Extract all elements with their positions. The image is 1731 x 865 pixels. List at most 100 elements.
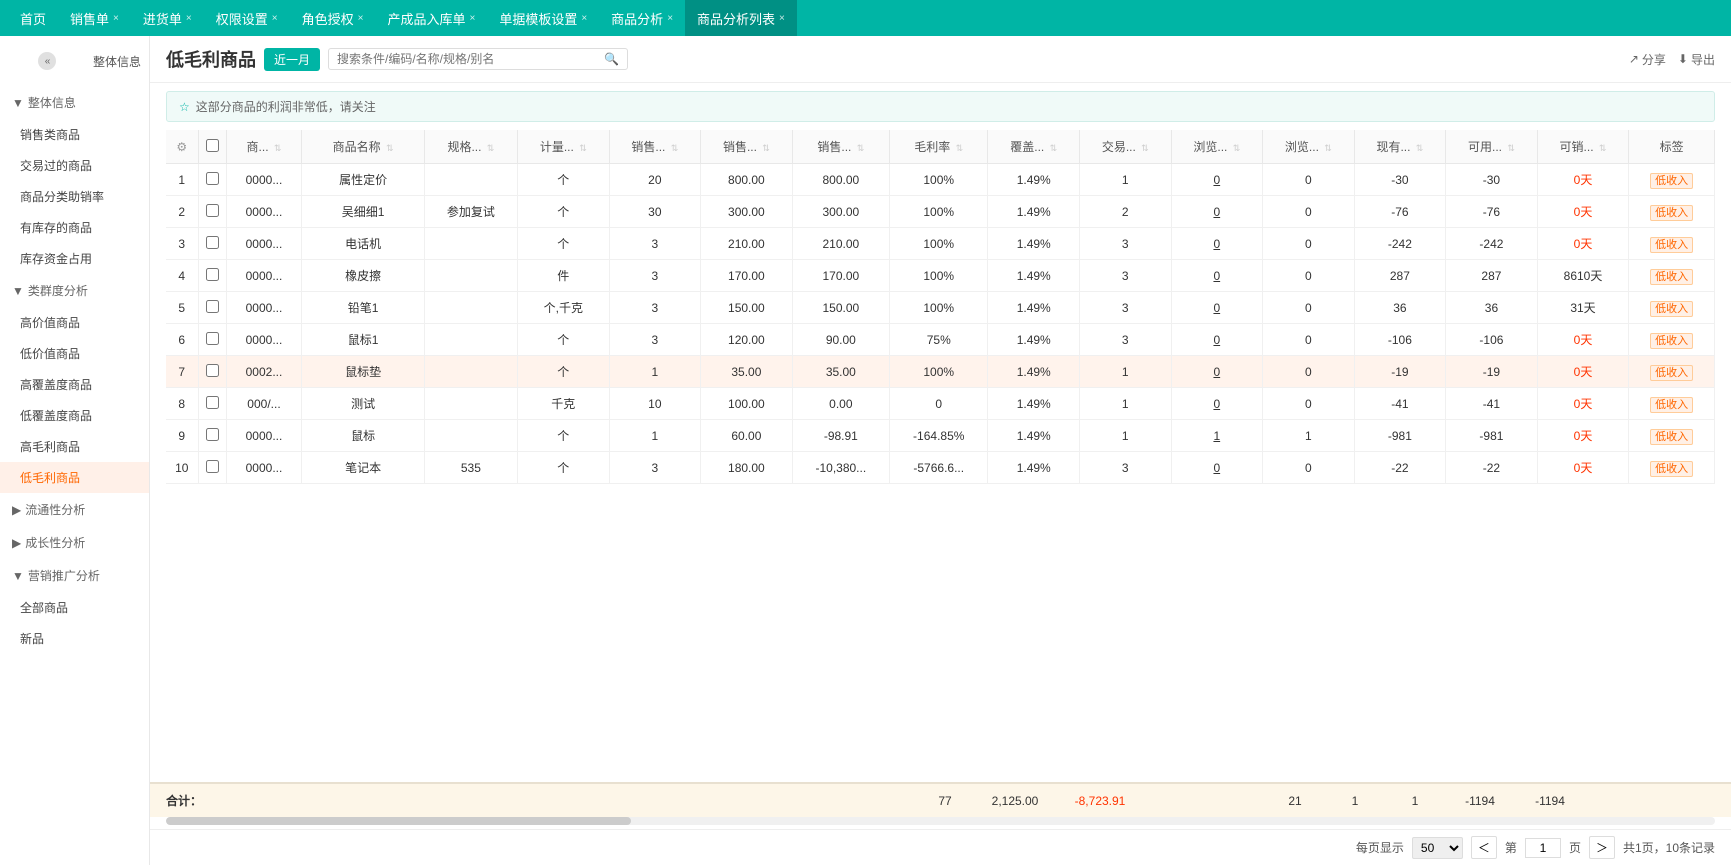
sidebar-item-low-coverage[interactable]: 低覆盖度商品 <box>0 400 149 431</box>
sidebar-item-high-margin[interactable]: 高毛利商品 <box>0 431 149 462</box>
page-input[interactable] <box>1525 838 1561 858</box>
row-checkbox[interactable] <box>198 292 226 324</box>
search-icon[interactable]: 🔍 <box>604 52 619 66</box>
nav-item-product-analysis-list[interactable]: 商品分析列表 × <box>685 0 797 36</box>
browse1-link[interactable]: 0 <box>1213 173 1220 187</box>
nav-item-sales[interactable]: 销售单 × <box>58 0 131 36</box>
col-sales-price[interactable]: 销售... ⇅ <box>701 130 793 164</box>
row-select-checkbox[interactable] <box>206 236 219 249</box>
sidebar-group-growth[interactable]: ▶成长性分析 <box>0 526 149 559</box>
nav-item-purchase[interactable]: 进货单 × <box>131 0 204 36</box>
row-checkbox[interactable] <box>198 420 226 452</box>
col-code[interactable]: 商... ⇅ <box>226 130 302 164</box>
sidebar-item-low-margin[interactable]: 低毛利商品 <box>0 462 149 493</box>
col-available[interactable]: 可用... ⇅ <box>1446 130 1538 164</box>
row-checkbox[interactable] <box>198 164 226 196</box>
close-product-analysis-icon[interactable]: × <box>667 13 673 24</box>
browse1-link[interactable]: 0 <box>1213 397 1220 411</box>
row-checkbox[interactable] <box>198 196 226 228</box>
nav-item-template-settings[interactable]: 单据模板设置 × <box>487 0 599 36</box>
export-button[interactable]: ⬇ 导出 <box>1678 51 1715 68</box>
col-browse2[interactable]: 浏览... ⇅ <box>1263 130 1355 164</box>
row-checkbox[interactable] <box>198 324 226 356</box>
nav-item-home[interactable]: 首页 <box>8 0 58 36</box>
col-current-stock[interactable]: 现有... ⇅ <box>1354 130 1446 164</box>
sidebar-item-high-value[interactable]: 高价值商品 <box>0 307 149 338</box>
row-select-checkbox[interactable] <box>206 204 219 217</box>
close-permissions-icon[interactable]: × <box>272 13 278 24</box>
col-coverage[interactable]: 覆盖... ⇅ <box>988 130 1080 164</box>
nav-item-product-entry[interactable]: 产成品入库单 × <box>375 0 487 36</box>
browse1-link[interactable]: 0 <box>1213 269 1220 283</box>
sidebar-item-low-value[interactable]: 低价值商品 <box>0 338 149 369</box>
scroll-thumb[interactable] <box>166 817 631 825</box>
browse1-link[interactable]: 0 <box>1213 237 1220 251</box>
row-sales-price: 210.00 <box>701 228 793 260</box>
close-purchase-icon[interactable]: × <box>186 13 192 24</box>
close-product-entry-icon[interactable]: × <box>469 13 475 24</box>
nav-item-product-analysis[interactable]: 商品分析 × <box>599 0 685 36</box>
sidebar-item-all-products[interactable]: 全部商品 <box>0 592 149 623</box>
sidebar-item-sales-products[interactable]: 销售类商品 <box>0 119 149 150</box>
share-button[interactable]: ↗ 分享 <box>1629 51 1666 68</box>
browse1-link[interactable]: 0 <box>1213 461 1220 475</box>
sidebar-group-marketing[interactable]: ▼营销推广分析 <box>0 559 149 592</box>
col-unit[interactable]: 计量... ⇅ <box>518 130 610 164</box>
browse1-link[interactable]: 0 <box>1213 301 1220 315</box>
page-label: 第 <box>1505 839 1517 856</box>
row-checkbox[interactable] <box>198 388 226 420</box>
row-select-checkbox[interactable] <box>206 332 219 345</box>
browse1-link[interactable]: 0 <box>1213 333 1220 347</box>
settings-icon[interactable]: ⚙ <box>176 140 187 154</box>
col-sales-profit[interactable]: 销售... ⇅ <box>792 130 889 164</box>
col-settings[interactable]: ⚙ <box>166 130 198 164</box>
nav-item-role-auth[interactable]: 角色授权 × <box>290 0 376 36</box>
col-browse1[interactable]: 浏览... ⇅ <box>1171 130 1263 164</box>
browse1-link[interactable]: 0 <box>1213 205 1220 219</box>
browse1-link[interactable]: 1 <box>1213 429 1220 443</box>
sidebar-item-category-sales-rate[interactable]: 商品分类助销率 <box>0 181 149 212</box>
row-select-checkbox[interactable] <box>206 460 219 473</box>
row-select-checkbox[interactable] <box>206 268 219 281</box>
sidebar-item-traded-products[interactable]: 交易过的商品 <box>0 150 149 181</box>
row-select-checkbox[interactable] <box>206 396 219 409</box>
per-page-select[interactable]: 50 100 200 <box>1412 837 1463 859</box>
sidebar-group-overall[interactable]: ▼整体信息 <box>0 86 149 119</box>
col-gross-margin[interactable]: 毛利率 ⇅ <box>890 130 988 164</box>
col-name[interactable]: 商品名称 ⇅ <box>302 130 424 164</box>
table-container[interactable]: ⚙ 商... ⇅ 商品名称 ⇅ 规格... ⇅ 计量... ⇅ 销售... ⇅ … <box>150 130 1731 782</box>
sidebar-item-high-coverage[interactable]: 高覆盖度商品 <box>0 369 149 400</box>
sidebar-item-new-products[interactable]: 新品 <box>0 623 149 654</box>
sidebar-group-cluster[interactable]: ▼类群度分析 <box>0 274 149 307</box>
close-product-analysis-list-icon[interactable]: × <box>779 13 785 24</box>
sidebar-item-in-stock[interactable]: 有库存的商品 <box>0 212 149 243</box>
sort-sales-profit-icon: ⇅ <box>857 143 865 153</box>
browse1-link[interactable]: 0 <box>1213 365 1220 379</box>
sidebar-group-circulation[interactable]: ▶流通性分析 <box>0 493 149 526</box>
sidebar-item-capital-usage[interactable]: 库存资金占用 <box>0 243 149 274</box>
search-input[interactable] <box>337 52 600 66</box>
row-checkbox[interactable] <box>198 356 226 388</box>
close-sales-icon[interactable]: × <box>113 13 119 24</box>
close-role-auth-icon[interactable]: × <box>358 13 364 24</box>
row-current-stock: -30 <box>1354 164 1446 196</box>
row-select-checkbox[interactable] <box>206 172 219 185</box>
next-page-button[interactable]: ＞ <box>1589 836 1615 859</box>
nav-item-permissions[interactable]: 权限设置 × <box>204 0 290 36</box>
row-checkbox[interactable] <box>198 452 226 484</box>
period-button[interactable]: 近一月 <box>264 48 320 71</box>
col-sales-qty[interactable]: 销售... ⇅ <box>609 130 701 164</box>
close-template-settings-icon[interactable]: × <box>581 13 587 24</box>
row-select-checkbox[interactable] <box>206 300 219 313</box>
row-select-checkbox[interactable] <box>206 364 219 377</box>
row-select-checkbox[interactable] <box>206 428 219 441</box>
col-sellable[interactable]: 可销... ⇅ <box>1537 130 1629 164</box>
row-checkbox[interactable] <box>198 260 226 292</box>
horizontal-scrollbar[interactable] <box>166 817 1715 825</box>
row-checkbox[interactable] <box>198 228 226 260</box>
col-trade[interactable]: 交易... ⇅ <box>1079 130 1171 164</box>
col-spec[interactable]: 规格... ⇅ <box>424 130 517 164</box>
prev-page-button[interactable]: ＜ <box>1471 836 1497 859</box>
sidebar-collapse-btn[interactable]: « <box>38 52 56 70</box>
select-all-checkbox[interactable] <box>206 139 219 152</box>
